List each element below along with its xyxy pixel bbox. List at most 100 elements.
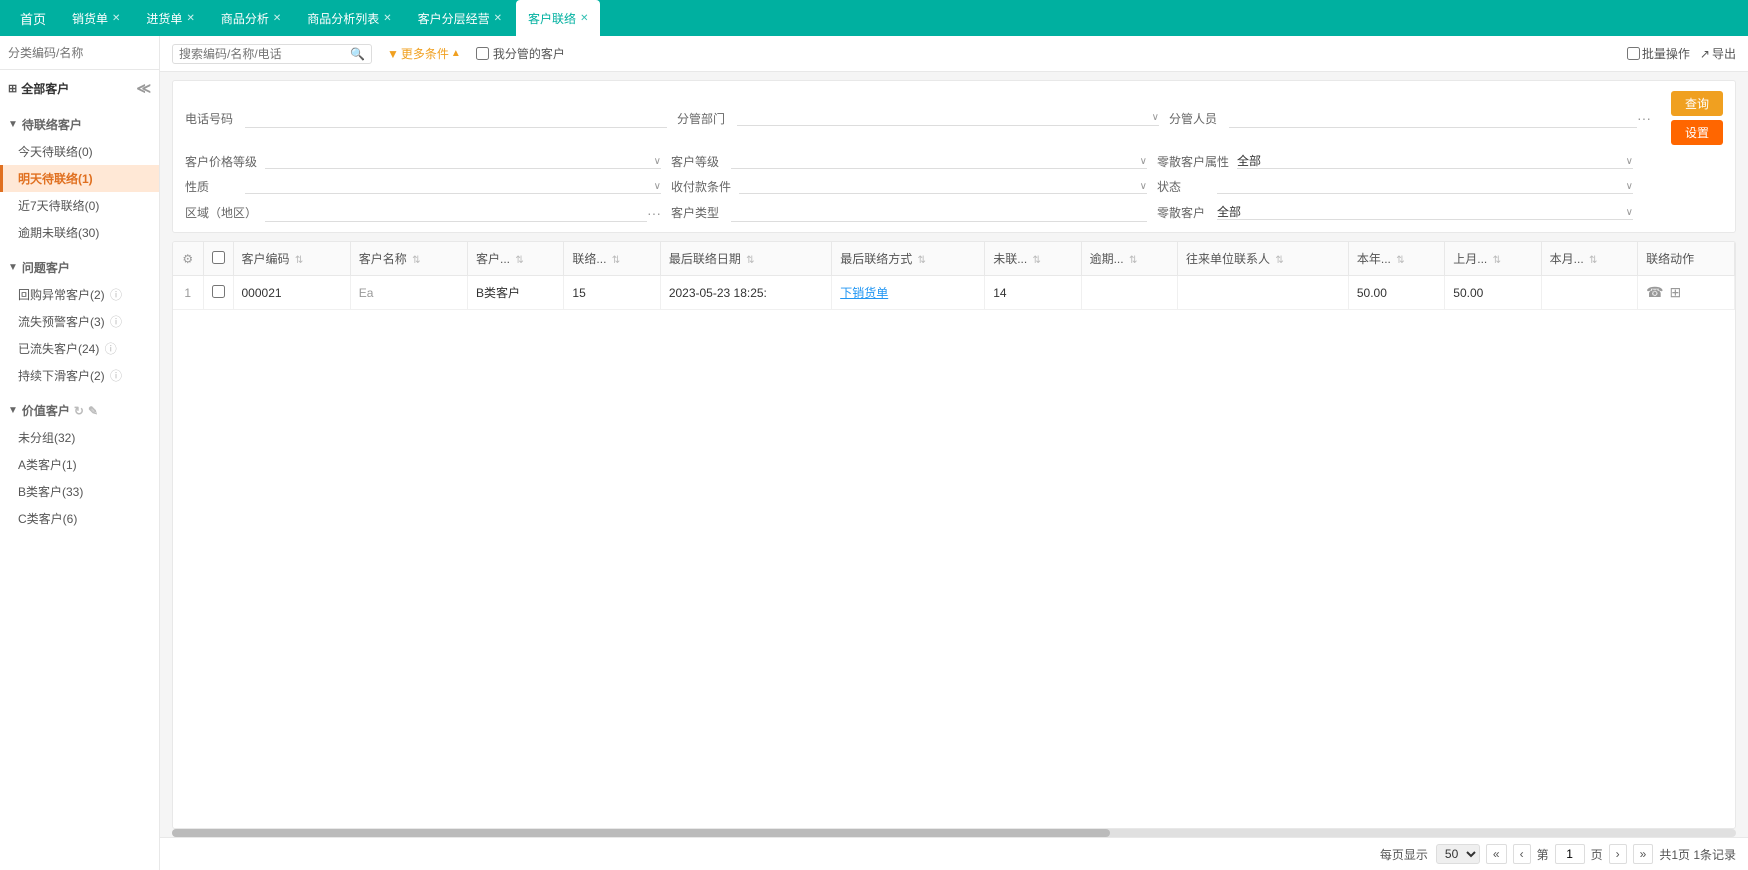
sidebar-item-week[interactable]: 近7天待联络(0) — [0, 192, 159, 219]
th-type[interactable]: 客户... ⇅ — [468, 242, 564, 276]
sort-icon-no-contact: ⇅ — [1033, 255, 1041, 266]
filter-retail-attr: 零散客户属性 全部 ∨ — [1157, 153, 1633, 170]
select-all-checkbox[interactable] — [212, 251, 225, 264]
chevron-up-icon: ▲ — [451, 48, 461, 59]
more-conditions-button[interactable]: ▼ 更多条件 ▲ — [380, 42, 468, 65]
sidebar-item-churned[interactable]: 已流失客户(24) ⓘ — [0, 335, 159, 362]
sidebar-item-declining[interactable]: 持续下滑客户(2) ⓘ — [0, 362, 159, 389]
filter-region: 区域（地区） ··· — [185, 203, 661, 222]
nav-item-home[interactable]: 首页 — [8, 0, 58, 36]
nav-item-product-analysis[interactable]: 商品分析 ✕ — [209, 0, 293, 36]
sidebar-problem-section: ▼ 问题客户 回购异常客户(2) ⓘ 流失预警客户(3) ⓘ 已流失客户(24)… — [0, 250, 159, 393]
th-overdue[interactable]: 逾期... ⇅ — [1081, 242, 1177, 276]
sidebar-item-today[interactable]: 今天待联络(0) — [0, 138, 159, 165]
sidebar-item-ungrouped[interactable]: 未分组(32) — [0, 424, 159, 451]
last-method-link[interactable]: 下销货单 — [840, 286, 888, 300]
filter-region-input[interactable] — [265, 203, 647, 222]
th-this-year[interactable]: 本年... ⇅ — [1348, 242, 1444, 276]
nav-item-purchase[interactable]: 进货单 ✕ — [134, 0, 206, 36]
filter-manager-dots[interactable]: ··· — [1637, 110, 1651, 126]
nav-close-product-analysis-list[interactable]: ✕ — [383, 13, 391, 24]
nav-close-product-analysis[interactable]: ✕ — [273, 13, 281, 24]
filter-type-input[interactable] — [731, 203, 1147, 222]
sidebar-problem-title[interactable]: ▼ 问题客户 — [0, 254, 159, 281]
nav-item-customer-contact[interactable]: 客户联络 ✕ — [516, 0, 600, 36]
filter-dept-select[interactable] — [737, 111, 1150, 125]
my-customers-checkbox[interactable]: 我分管的客户 — [476, 45, 565, 62]
query-button[interactable]: 查询 — [1671, 91, 1723, 116]
sidebar-item-class-b[interactable]: B类客户(33) — [0, 478, 159, 505]
grid-action-icon[interactable]: ⊞ — [1670, 284, 1682, 301]
nav-close-purchase[interactable]: ✕ — [186, 13, 194, 24]
first-page-button[interactable]: « — [1486, 844, 1507, 864]
filter-manager-input[interactable] — [1229, 109, 1637, 128]
edit-icon[interactable]: ✎ — [88, 404, 98, 418]
nav-close-sales[interactable]: ✕ — [112, 13, 120, 24]
td-type: B类客户 — [468, 276, 564, 310]
next-page-button[interactable]: › — [1609, 844, 1627, 864]
filter-region-dots[interactable]: ··· — [647, 205, 661, 221]
sidebar-item-class-c[interactable]: C类客户(6) — [0, 505, 159, 532]
sidebar-item-repurchase[interactable]: 回购异常客户(2) ⓘ — [0, 281, 159, 308]
th-last-date[interactable]: 最后联络日期 ⇅ — [660, 242, 831, 276]
search-input[interactable] — [179, 47, 350, 61]
filter-grade-select-wrapper: ∨ — [731, 154, 1147, 169]
th-settings[interactable]: ⚙ — [173, 242, 203, 276]
th-last-month[interactable]: 上月... ⇅ — [1445, 242, 1541, 276]
sidebar-item-class-a[interactable]: A类客户(1) — [0, 451, 159, 478]
filter-status-select[interactable] — [1217, 179, 1624, 193]
filter-payment-select[interactable] — [739, 179, 1138, 193]
th-no-contact[interactable]: 未联... ⇅ — [985, 242, 1081, 276]
chevron-down-icon-8: ∨ — [1626, 207, 1633, 218]
horizontal-scrollbar[interactable] — [172, 829, 1736, 837]
filter-dept-select-wrapper: ∨ — [737, 111, 1159, 126]
th-last-method[interactable]: 最后联络方式 ⇅ — [832, 242, 985, 276]
row-checkbox[interactable] — [212, 285, 225, 298]
page-number-input[interactable] — [1555, 844, 1585, 864]
last-page-button[interactable]: » — [1633, 844, 1654, 864]
sort-icon-last-method: ⇅ — [918, 255, 926, 266]
sidebar-item-churn-warning[interactable]: 流失预警客户(3) ⓘ — [0, 308, 159, 335]
nav-close-customer-tier[interactable]: ✕ — [494, 13, 502, 24]
batch-operation-button[interactable]: 批量操作 — [1627, 45, 1690, 62]
sidebar-value-title[interactable]: ▼ 价值客户 ↻ ✎ — [0, 397, 159, 424]
th-contact[interactable]: 联络... ⇅ — [564, 242, 660, 276]
sidebar-search-input[interactable] — [8, 46, 160, 60]
sidebar-item-tomorrow[interactable]: 明天待联络(1) — [0, 165, 159, 192]
settings-button[interactable]: 设置 — [1671, 120, 1723, 145]
prev-page-button[interactable]: ‹ — [1513, 844, 1531, 864]
refresh-icon[interactable]: ↻ — [74, 404, 84, 418]
table-header-row: ⚙ 客户编码 ⇅ 客户名称 ⇅ 客户... — [173, 242, 1735, 276]
filter-type-label: 客户类型 — [671, 204, 731, 221]
sidebar-pending-title[interactable]: ▼ 待联络客户 — [0, 111, 159, 138]
filter-department: 分管部门 ∨ — [677, 110, 1159, 127]
th-name[interactable]: 客户名称 ⇅ — [350, 242, 467, 276]
th-this-month[interactable]: 本月... ⇅ — [1541, 242, 1637, 276]
page-size-select[interactable]: 50 — [1436, 844, 1480, 864]
sort-icon-lm: ⇅ — [1493, 255, 1501, 266]
nav-item-product-analysis-list[interactable]: 商品分析列表 ✕ — [295, 0, 403, 36]
sidebar-item-overdue[interactable]: 逾期未联络(30) — [0, 219, 159, 246]
phone-icon[interactable]: ☎ — [1646, 284, 1663, 301]
my-customers-check[interactable] — [476, 47, 489, 60]
nav-close-customer-contact[interactable]: ✕ — [580, 13, 588, 24]
search-icon[interactable]: 🔍 — [350, 47, 365, 61]
filter-grade-select[interactable] — [731, 154, 1138, 168]
th-code[interactable]: 客户编码 ⇅ — [233, 242, 350, 276]
filter-retail-attr-select[interactable]: 全部 — [1237, 154, 1624, 168]
th-contact-person[interactable]: 往来单位联系人 ⇅ — [1178, 242, 1349, 276]
sidebar-all-customers[interactable]: ⊞ 全部客户 ≪ — [0, 74, 159, 103]
collapse-icon[interactable]: ≪ — [136, 80, 151, 97]
nav-item-customer-tier[interactable]: 客户分层经营 ✕ — [406, 0, 514, 36]
export-button[interactable]: ↗ 导出 — [1700, 45, 1736, 62]
filter-nature-select[interactable] — [245, 179, 652, 193]
arrow-down-icon-3: ▼ — [8, 405, 18, 416]
filter-row-1: 电话号码 分管部门 ∨ 分管人员 ··· 查询 设置 — [185, 91, 1723, 145]
chevron-down-icon-7: ∨ — [1626, 181, 1633, 192]
filter-panel: 电话号码 分管部门 ∨ 分管人员 ··· 查询 设置 — [172, 80, 1736, 233]
batch-op-check[interactable] — [1627, 47, 1640, 60]
filter-price-select[interactable] — [265, 154, 652, 168]
nav-item-sales[interactable]: 销货单 ✕ — [60, 0, 132, 36]
filter-phone-input[interactable] — [245, 109, 667, 128]
filter-retail-select[interactable]: 全部 — [1217, 205, 1624, 219]
